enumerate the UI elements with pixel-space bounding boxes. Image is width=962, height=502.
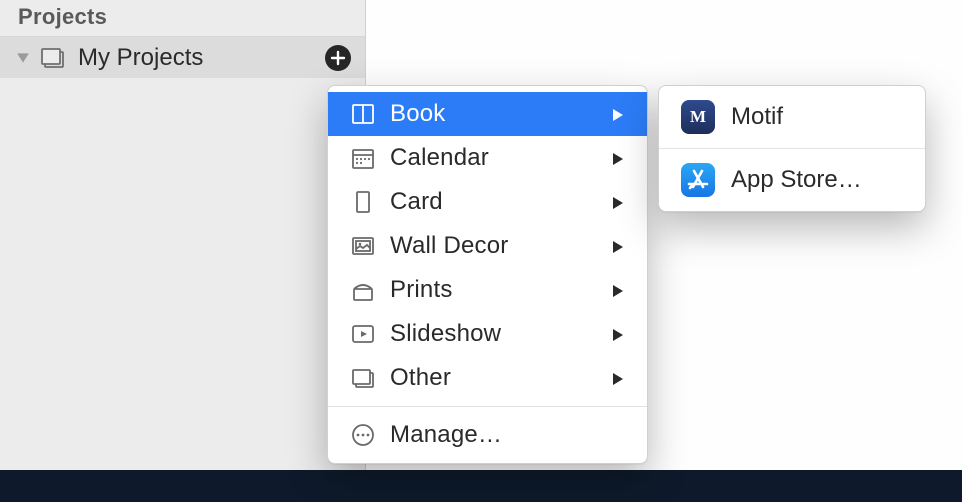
submenu-arrow-icon [613, 284, 625, 296]
motif-app-icon: M [681, 100, 715, 134]
submenu-arrow-icon [613, 196, 625, 208]
menu-item-slideshow[interactable]: Slideshow [328, 312, 647, 356]
submenu-arrow-icon [613, 152, 625, 164]
menu-item-label: Other [390, 364, 613, 392]
sidebar: Projects My Projects [0, 0, 366, 470]
menu-item-label: Slideshow [390, 320, 613, 348]
menu-item-label: Prints [390, 276, 613, 304]
menu-item-calendar[interactable]: Calendar [328, 136, 647, 180]
menu-item-prints[interactable]: Prints [328, 268, 647, 312]
menu-item-label: Card [390, 188, 613, 216]
other-stack-icon [350, 365, 376, 391]
sidebar-section-header: Projects [0, 0, 365, 36]
card-icon [350, 189, 376, 215]
submenu-arrow-icon [613, 240, 625, 252]
app-store-icon [681, 163, 715, 197]
wall-decor-icon [350, 233, 376, 259]
submenu-item-label: App Store… [731, 166, 862, 194]
projects-stack-icon [40, 45, 66, 71]
submenu-item-label: Motif [731, 103, 783, 131]
menu-item-card[interactable]: Card [328, 180, 647, 224]
menu-separator [328, 406, 647, 407]
menu-item-other[interactable]: Other [328, 356, 647, 400]
slideshow-icon [350, 321, 376, 347]
menu-item-label: Wall Decor [390, 232, 613, 260]
submenu-arrow-icon [613, 328, 625, 340]
sidebar-item-label: My Projects [78, 44, 325, 72]
menu-item-label: Calendar [390, 144, 613, 172]
submenu-item-app-store[interactable]: App Store… [659, 155, 925, 205]
menu-separator [659, 148, 925, 149]
menu-item-label: Manage… [390, 421, 625, 449]
project-type-menu: Book Calendar Card [327, 85, 648, 464]
menu-item-label: Book [390, 100, 613, 128]
book-icon [350, 101, 376, 127]
menu-item-wall-decor[interactable]: Wall Decor [328, 224, 647, 268]
add-project-button[interactable] [325, 45, 351, 71]
submenu-item-motif[interactable]: M Motif [659, 92, 925, 142]
prints-icon [350, 277, 376, 303]
submenu-arrow-icon [613, 372, 625, 384]
submenu-arrow-icon [613, 108, 625, 120]
calendar-icon [350, 145, 376, 171]
manage-ellipsis-icon [350, 422, 376, 448]
sidebar-item-my-projects[interactable]: My Projects [0, 36, 365, 78]
book-submenu: M Motif App Store… [658, 85, 926, 212]
menu-item-manage[interactable]: Manage… [328, 413, 647, 457]
menu-item-book[interactable]: Book [328, 92, 647, 136]
disclosure-triangle-icon[interactable] [16, 51, 30, 65]
